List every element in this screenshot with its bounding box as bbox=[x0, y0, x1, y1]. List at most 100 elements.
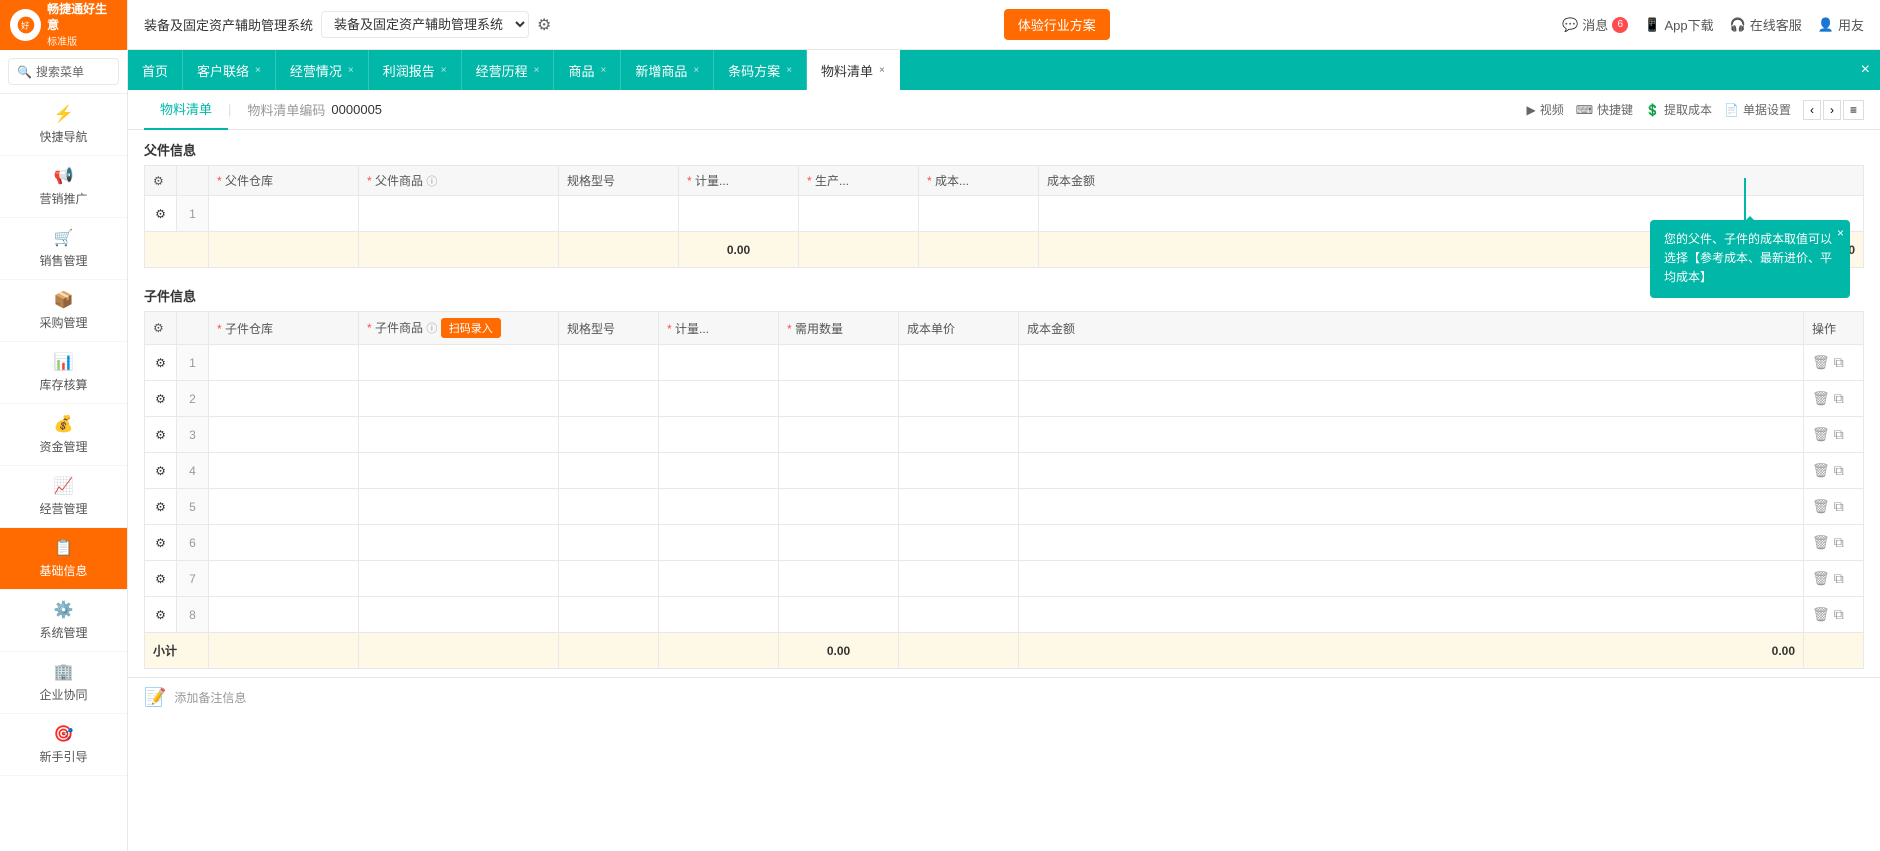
child-row-product-1[interactable] bbox=[359, 345, 559, 381]
parent-row-settings[interactable]: ⚙ bbox=[145, 196, 177, 232]
child-row-warehouse-6[interactable] bbox=[209, 525, 359, 561]
child-row-spec-8[interactable] bbox=[559, 597, 659, 633]
parent-row-unit[interactable] bbox=[679, 196, 799, 232]
child-row-spec-7[interactable] bbox=[559, 561, 659, 597]
child-row-product-5[interactable] bbox=[359, 489, 559, 525]
child-row-unit-6[interactable] bbox=[659, 525, 779, 561]
child-row-warehouse-7[interactable] bbox=[209, 561, 359, 597]
sidebar-item-sales[interactable]: 🛒 销售管理 bbox=[0, 218, 127, 280]
child-row-spec-4[interactable] bbox=[559, 453, 659, 489]
child-row-product-2[interactable] bbox=[359, 381, 559, 417]
child-row-cost-amount-2[interactable] bbox=[1019, 381, 1804, 417]
child-row-quantity-8[interactable] bbox=[779, 597, 899, 633]
child-row-unit-2[interactable] bbox=[659, 381, 779, 417]
child-row-product-7[interactable] bbox=[359, 561, 559, 597]
child-row-unit-3[interactable] bbox=[659, 417, 779, 453]
child-row-product-8[interactable] bbox=[359, 597, 559, 633]
child-row-warehouse-1[interactable] bbox=[209, 345, 359, 381]
child-row-spec-5[interactable] bbox=[559, 489, 659, 525]
parent-th-settings[interactable]: ⚙ bbox=[145, 166, 177, 196]
child-row-settings-7[interactable]: ⚙ bbox=[145, 561, 177, 597]
child-th-settings[interactable]: ⚙ bbox=[145, 312, 177, 345]
child-row-delete-icon-6[interactable]: 🗑 bbox=[1812, 534, 1830, 551]
tab-profit[interactable]: 利润报告 × bbox=[369, 50, 462, 90]
child-row-unit-5[interactable] bbox=[659, 489, 779, 525]
child-row-copy-icon-7[interactable]: ⧉ bbox=[1834, 570, 1844, 587]
child-row-cost-amount-8[interactable] bbox=[1019, 597, 1804, 633]
child-product-info-icon[interactable]: ⓘ bbox=[426, 323, 437, 335]
view-video-button[interactable]: ▶ 视频 bbox=[1526, 101, 1563, 118]
child-row-copy-icon-2[interactable]: ⧉ bbox=[1834, 390, 1844, 407]
child-row-quantity-3[interactable] bbox=[779, 417, 899, 453]
child-row-spec-6[interactable] bbox=[559, 525, 659, 561]
child-row-spec-2[interactable] bbox=[559, 381, 659, 417]
sidebar-item-guide[interactable]: 🎯 新手引导 bbox=[0, 714, 127, 776]
child-row-quantity-1[interactable] bbox=[779, 345, 899, 381]
child-row-warehouse-4[interactable] bbox=[209, 453, 359, 489]
child-row-cost-amount-6[interactable] bbox=[1019, 525, 1804, 561]
child-row-unit-1[interactable] bbox=[659, 345, 779, 381]
parent-row-spec[interactable] bbox=[559, 196, 679, 232]
search-menu-button[interactable]: 🔍 搜索菜单 bbox=[8, 58, 119, 85]
message-item[interactable]: 💬 消息 6 bbox=[1562, 15, 1628, 34]
child-row-settings-8[interactable]: ⚙ bbox=[145, 597, 177, 633]
child-row-spec-1[interactable] bbox=[559, 345, 659, 381]
child-row-unit-7[interactable] bbox=[659, 561, 779, 597]
child-row-warehouse-3[interactable] bbox=[209, 417, 359, 453]
sidebar-item-finance[interactable]: 💰 资金管理 bbox=[0, 404, 127, 466]
tab-history[interactable]: 经营历程 × bbox=[462, 50, 555, 90]
parent-row-cost[interactable] bbox=[919, 196, 1039, 232]
child-row-unit-4[interactable] bbox=[659, 453, 779, 489]
child-row-copy-icon-4[interactable]: ⧉ bbox=[1834, 462, 1844, 479]
child-row-warehouse-5[interactable] bbox=[209, 489, 359, 525]
note-icon[interactable]: 📝 bbox=[144, 687, 166, 708]
tab-operation[interactable]: 经营情况 × bbox=[276, 50, 369, 90]
tab-close-barcode[interactable]: × bbox=[786, 65, 792, 76]
child-row-settings-4[interactable]: ⚙ bbox=[145, 453, 177, 489]
sidebar-item-marketing[interactable]: 📢 营销推广 bbox=[0, 156, 127, 218]
nav-next-button[interactable]: › bbox=[1823, 100, 1841, 120]
child-row-product-4[interactable] bbox=[359, 453, 559, 489]
tooltip-close-button[interactable]: × bbox=[1837, 224, 1844, 243]
child-row-cost-price-5[interactable] bbox=[899, 489, 1019, 525]
tab-barcode[interactable]: 条码方案 × bbox=[714, 50, 807, 90]
parent-product-info-icon[interactable]: ⓘ bbox=[426, 176, 437, 188]
child-row-cost-amount-7[interactable] bbox=[1019, 561, 1804, 597]
child-row-settings-6[interactable]: ⚙ bbox=[145, 525, 177, 561]
child-row-delete-icon-7[interactable]: 🗑 bbox=[1812, 570, 1830, 587]
sidebar-item-enterprise[interactable]: 🏢 企业协同 bbox=[0, 652, 127, 714]
sidebar-item-operation[interactable]: 📈 经营管理 bbox=[0, 466, 127, 528]
child-row-delete-icon-4[interactable]: 🗑 bbox=[1812, 462, 1830, 479]
child-row-cost-amount-3[interactable] bbox=[1019, 417, 1804, 453]
child-row-warehouse-8[interactable] bbox=[209, 597, 359, 633]
child-row-quantity-2[interactable] bbox=[779, 381, 899, 417]
child-row-copy-icon-8[interactable]: ⧉ bbox=[1834, 606, 1844, 623]
child-row-product-3[interactable] bbox=[359, 417, 559, 453]
child-row-settings-1[interactable]: ⚙ bbox=[145, 345, 177, 381]
user-item[interactable]: 👤 用友 bbox=[1818, 15, 1864, 34]
child-row-delete-icon-5[interactable]: 🗑 bbox=[1812, 498, 1830, 515]
child-row-quantity-7[interactable] bbox=[779, 561, 899, 597]
child-row-cost-price-2[interactable] bbox=[899, 381, 1019, 417]
child-row-cost-amount-1[interactable] bbox=[1019, 345, 1804, 381]
settings-button[interactable]: 📄 单据设置 bbox=[1724, 101, 1791, 118]
child-row-delete-icon-3[interactable]: 🗑 bbox=[1812, 426, 1830, 443]
child-row-cost-price-1[interactable] bbox=[899, 345, 1019, 381]
sidebar-item-basic-info[interactable]: 📋 基础信息 bbox=[0, 528, 127, 590]
child-row-copy-icon-1[interactable]: ⧉ bbox=[1834, 354, 1844, 371]
nav-prev-button[interactable]: ‹ bbox=[1803, 100, 1821, 120]
gear-icon[interactable]: ⚙ bbox=[537, 15, 551, 35]
sidebar-item-purchase[interactable]: 📦 采购管理 bbox=[0, 280, 127, 342]
child-row-copy-icon-6[interactable]: ⧉ bbox=[1834, 534, 1844, 551]
tab-customer[interactable]: 客户联络 × bbox=[183, 50, 276, 90]
app-download-item[interactable]: 📱 App下载 bbox=[1644, 15, 1713, 34]
tab-product[interactable]: 商品 × bbox=[554, 50, 621, 90]
tab-close-bom[interactable]: × bbox=[879, 65, 885, 76]
child-row-quantity-6[interactable] bbox=[779, 525, 899, 561]
child-row-product-6[interactable] bbox=[359, 525, 559, 561]
tab-close-history[interactable]: × bbox=[534, 65, 540, 76]
trial-button[interactable]: 体验行业方案 bbox=[1004, 9, 1110, 40]
child-row-delete-icon-8[interactable]: 🗑 bbox=[1812, 606, 1830, 623]
sidebar-item-system[interactable]: ⚙️ 系统管理 bbox=[0, 590, 127, 652]
scan-input-button[interactable]: 扫码录入 bbox=[441, 318, 501, 338]
